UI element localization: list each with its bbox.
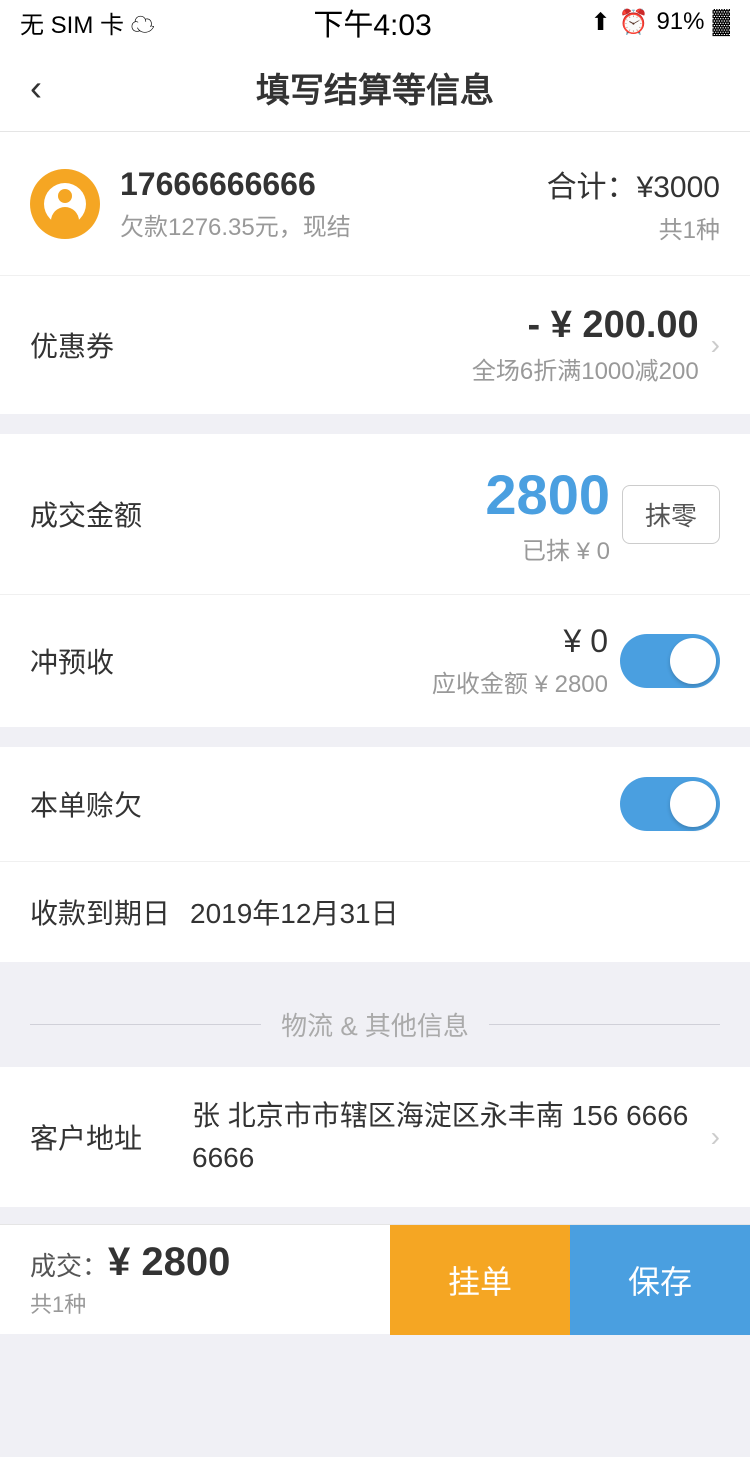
discount-row[interactable]: 优惠券 - ¥ 200.00 全场6折满1000减200 ›: [0, 275, 750, 414]
avatar-icon: [44, 183, 86, 225]
status-left: 无 SIM 卡 ☁: [20, 5, 155, 40]
customer-info-row: 17666666666 欠款1276.35元，现结 合计：¥3000 共1种: [0, 132, 750, 275]
prepayment-value: ¥ 0: [432, 623, 608, 660]
footer-deal-label: 成交：¥ 2800: [30, 1240, 390, 1285]
alarm-icon: ⏰: [619, 8, 649, 37]
address-row[interactable]: 客户地址 张 北京市市辖区海淀区永丰南 156 6666 6666 ›: [0, 1067, 750, 1207]
deal-amount-right: 2800 已抹 ¥ 0 抹零: [485, 462, 720, 566]
deal-amount-block: 2800 已抹 ¥ 0: [485, 462, 610, 566]
deal-amount-card: 成交金额 2800 已抹 ¥ 0 抹零 冲预收 ¥ 0 应收金额 ¥ 2800: [0, 434, 750, 727]
deal-amount-value: 2800: [485, 462, 610, 527]
footer-info: 成交：¥ 2800 共1种: [0, 1240, 390, 1319]
discount-value: - ¥ 200.00: [472, 304, 699, 347]
footer-deal-amount: ¥ 2800: [108, 1240, 230, 1284]
address-chevron-icon: ›: [711, 1121, 720, 1153]
sep-line-left: [30, 1024, 261, 1025]
prepayment-right: ¥ 0 应收金额 ¥ 2800: [432, 623, 720, 699]
status-time: 下午4:03: [313, 0, 431, 44]
deal-amount-row: 成交金额 2800 已抹 ¥ 0 抹零: [0, 434, 750, 594]
discount-right: - ¥ 200.00 全场6折满1000减200 ›: [472, 304, 720, 386]
address-card: 客户地址 张 北京市市辖区海淀区永丰南 156 6666 6666 ›: [0, 1067, 750, 1207]
customer-details: 17666666666 欠款1276.35元，现结: [120, 166, 351, 242]
logistics-separator: 物流 & 其他信息: [0, 982, 750, 1067]
debt-section-card: 本单赊欠 收款到期日 2019年12月31日: [0, 747, 750, 962]
deal-amount-label: 成交金额: [30, 494, 142, 534]
address-value: 张 北京市市辖区海淀区永丰南 156 6666 6666: [162, 1095, 691, 1179]
debt-row: 本单赊欠: [0, 747, 750, 861]
total-count: 共1种: [547, 210, 720, 245]
debt-label: 本单赊欠: [30, 784, 142, 824]
page-title: 填写结算等信息: [256, 63, 494, 112]
status-bar: 无 SIM 卡 ☁ 下午4:03 ⬆ ⏰ 91% ▓: [0, 0, 750, 44]
status-right: ⬆ ⏰ 91% ▓: [590, 8, 730, 37]
due-date-value: 2019年12月31日: [190, 892, 399, 932]
total-label: 合计：: [547, 171, 637, 204]
battery-text: 91%: [656, 8, 704, 36]
save-button[interactable]: 保存: [570, 1225, 750, 1335]
deal-amount-sub: 已抹 ¥ 0: [485, 531, 610, 566]
nav-bar: ‹ 填写结算等信息: [0, 44, 750, 132]
battery-icon: ▓: [712, 8, 730, 36]
prepayment-row: 冲预收 ¥ 0 应收金额 ¥ 2800: [0, 594, 750, 727]
discount-sub: 全场6折满1000减200: [472, 351, 699, 386]
customer-right: 合计：¥3000 共1种: [547, 162, 720, 245]
customer-phone: 17666666666: [120, 166, 351, 203]
discount-label: 优惠券: [30, 325, 114, 365]
prepayment-label: 冲预收: [30, 641, 114, 681]
back-button[interactable]: ‹: [30, 67, 42, 109]
avatar: [30, 169, 100, 239]
location-icon: ⬆: [590, 8, 610, 37]
customer-left: 17666666666 欠款1276.35元，现结: [30, 166, 351, 242]
debt-toggle[interactable]: [620, 777, 720, 831]
customer-info-card: 17666666666 欠款1276.35元，现结 合计：¥3000 共1种 优…: [0, 132, 750, 414]
due-date-label: 收款到期日: [30, 892, 170, 932]
toggle-knob: [670, 638, 716, 684]
prepayment-toggle[interactable]: [620, 634, 720, 688]
no-sim-text: 无 SIM 卡 ☁: [20, 5, 155, 40]
due-date-row: 收款到期日 2019年12月31日: [0, 861, 750, 962]
pending-button[interactable]: 挂单: [390, 1225, 570, 1335]
logistics-label: 物流 & 其他信息: [281, 1006, 469, 1043]
prepayment-sub: 应收金额 ¥ 2800: [432, 664, 608, 699]
discount-value-block: - ¥ 200.00 全场6折满1000减200: [472, 304, 699, 386]
chevron-right-icon: ›: [711, 329, 720, 361]
prepayment-block: ¥ 0 应收金额 ¥ 2800: [432, 623, 608, 699]
address-label: 客户地址: [30, 1117, 142, 1157]
customer-subtext: 欠款1276.35元，现结: [120, 207, 351, 242]
footer-count: 共1种: [30, 1287, 390, 1319]
total-value: ¥3000: [637, 171, 720, 204]
sep-line-right: [489, 1024, 720, 1025]
total-amount: 合计：¥3000: [547, 162, 720, 206]
round-zero-button[interactable]: 抹零: [622, 485, 720, 544]
footer: 成交：¥ 2800 共1种 挂单 保存: [0, 1224, 750, 1334]
debt-toggle-knob: [670, 781, 716, 827]
